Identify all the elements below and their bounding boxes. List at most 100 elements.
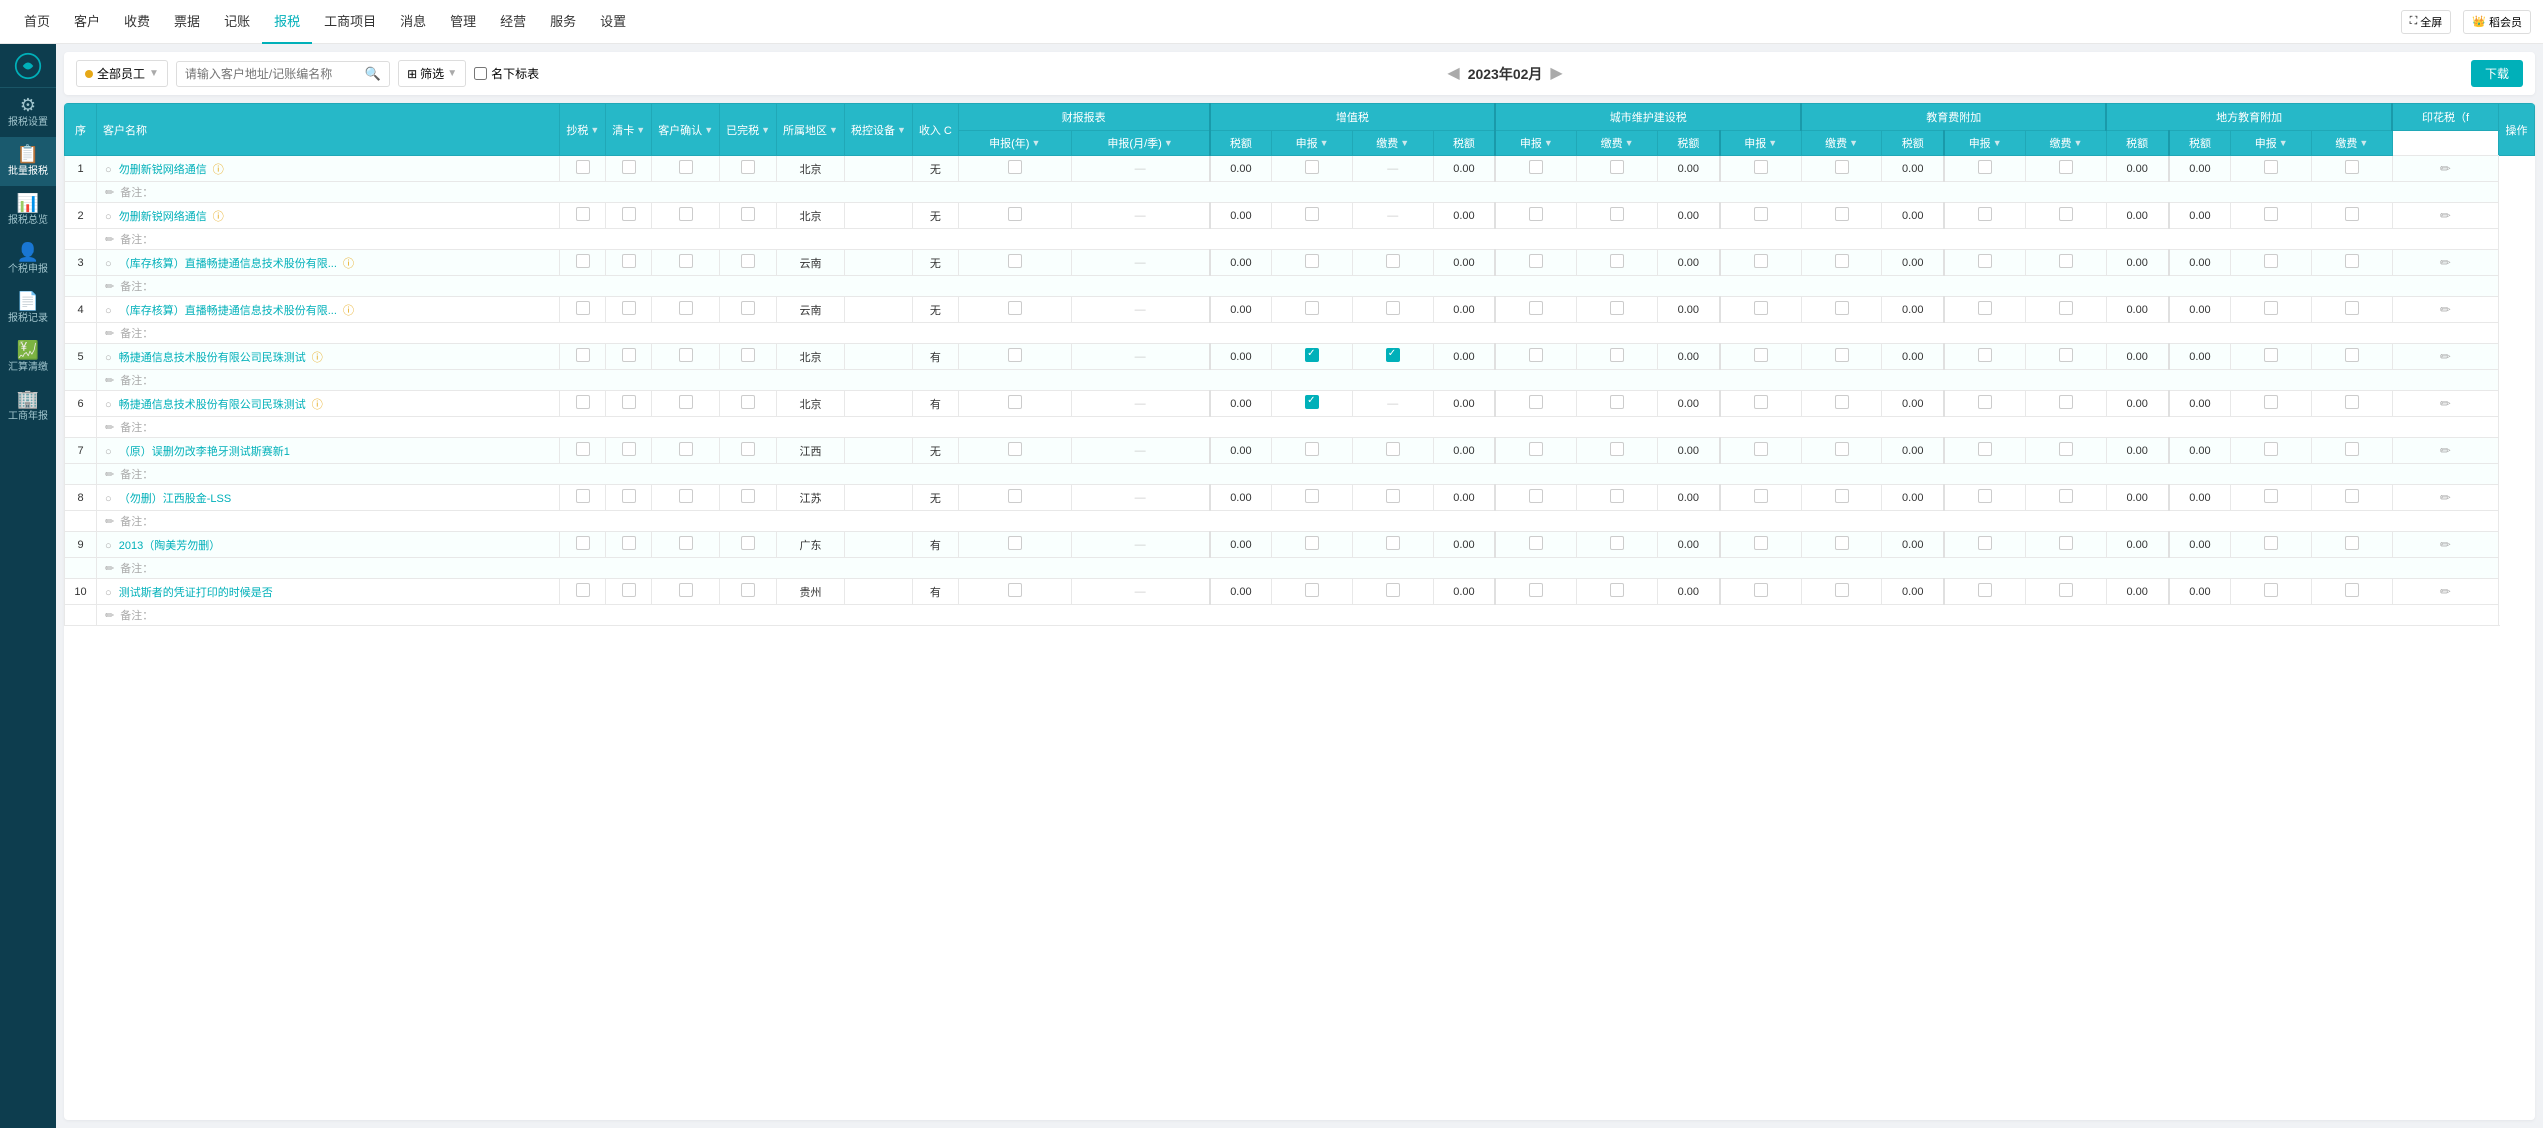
checkbox-cell[interactable]	[1529, 536, 1543, 550]
cell-city-fee[interactable]	[1577, 203, 1658, 229]
note-pencil-icon[interactable]: ✏	[105, 375, 114, 387]
edu-fee-filter[interactable]: ▼	[1849, 138, 1858, 148]
note-pencil-icon[interactable]: ✏	[105, 610, 114, 622]
checkbox-cell[interactable]	[576, 395, 590, 409]
cell-city-report[interactable]	[1495, 297, 1576, 323]
checkbox-cell[interactable]	[2264, 442, 2278, 456]
chaoshui-filter-icon[interactable]: ▼	[590, 125, 599, 135]
cell-confirm[interactable]	[652, 438, 720, 464]
checkbox-cell[interactable]	[1754, 536, 1768, 550]
nav-business[interactable]: 工商项目	[312, 0, 388, 44]
checkbox-cell[interactable]	[1978, 254, 1992, 268]
checkbox-cell[interactable]	[2059, 207, 2073, 221]
checkbox-cell[interactable]	[2345, 395, 2359, 409]
sidebar-item-tax-settings[interactable]: ⚙ 报税设置	[0, 88, 56, 137]
cell-chaoshui[interactable]	[560, 250, 606, 276]
cell-city-fee[interactable]	[1577, 438, 1658, 464]
cell-edu-fee[interactable]	[1801, 485, 1882, 511]
checkbox-cell[interactable]	[1529, 583, 1543, 597]
confirm-filter-icon[interactable]: ▼	[704, 125, 713, 135]
checkbox-cell[interactable]	[1835, 348, 1849, 362]
checkbox-cell[interactable]	[1008, 583, 1022, 597]
cell-local-fee[interactable]	[2026, 203, 2107, 229]
cell-vat-report[interactable]	[1272, 579, 1353, 605]
cell-stamp-fee[interactable]	[2311, 250, 2392, 276]
cell-city-fee[interactable]	[1577, 297, 1658, 323]
checkbox-cell[interactable]	[1835, 160, 1849, 174]
client-name-text[interactable]: 勿删新锐网络通信	[119, 211, 207, 223]
note-pencil-icon[interactable]: ✏	[105, 234, 114, 246]
checkbox-cell[interactable]	[1305, 207, 1319, 221]
nav-operation[interactable]: 经营	[488, 0, 538, 44]
checkbox-cell[interactable]	[1386, 442, 1400, 456]
cell-stamp-fee[interactable]	[2311, 485, 2392, 511]
checkbox-cell[interactable]	[576, 301, 590, 315]
checkbox-cell[interactable]	[2264, 348, 2278, 362]
sidebar-item-annual-settlement[interactable]: 💹 汇算清缴	[0, 333, 56, 382]
cell-edu-fee[interactable]	[1801, 438, 1882, 464]
cell-stamp-report[interactable]	[2231, 391, 2312, 417]
cell-action[interactable]: ✏	[2392, 438, 2498, 464]
checkbox-cell[interactable]	[1305, 583, 1319, 597]
checkbox-cell[interactable]	[2264, 489, 2278, 503]
checkbox-cell[interactable]	[1835, 489, 1849, 503]
cell-edu-fee[interactable]	[1801, 250, 1882, 276]
cell-vat-report[interactable]	[1272, 156, 1353, 182]
cell-edu-report[interactable]	[1720, 344, 1801, 370]
cell-stamp-fee[interactable]	[2311, 156, 2392, 182]
cell-vat-report[interactable]	[1272, 532, 1353, 558]
cell-city-report[interactable]	[1495, 391, 1576, 417]
client-name-text[interactable]: （勿删）江西股金-LSS	[119, 493, 231, 505]
checkbox-cell[interactable]	[1835, 254, 1849, 268]
cell-finance-year[interactable]	[958, 485, 1071, 511]
cell-stamp-report[interactable]	[2231, 485, 2312, 511]
cell-city-report[interactable]	[1495, 344, 1576, 370]
checkbox-cell[interactable]	[2059, 442, 2073, 456]
client-name-text[interactable]: 畅捷通信息技术股份有限公司民珠测试	[119, 399, 306, 411]
cell-action[interactable]: ✏	[2392, 250, 2498, 276]
checkbox-cell[interactable]	[1610, 348, 1624, 362]
download-button[interactable]: 下载	[2471, 60, 2523, 87]
local-fee-filter[interactable]: ▼	[2073, 138, 2082, 148]
checkbox-cell[interactable]	[1305, 160, 1319, 174]
checkbox-cell[interactable]	[2345, 301, 2359, 315]
checkbox-cell[interactable]	[679, 536, 693, 550]
checkbox-cell[interactable]	[622, 254, 636, 268]
nav-invoice[interactable]: 票据	[162, 0, 212, 44]
client-name-text[interactable]: （库存核算）直播畅捷通信息技术股份有限...	[119, 305, 337, 317]
note-pencil-icon[interactable]: ✏	[105, 469, 114, 481]
checkbox-cell[interactable]	[1978, 536, 1992, 550]
search-input[interactable]	[185, 67, 365, 81]
checkbox-cell-checked[interactable]	[1305, 348, 1319, 362]
cell-edu-fee[interactable]	[1801, 203, 1882, 229]
checkbox-cell[interactable]	[1610, 442, 1624, 456]
cell-city-report[interactable]	[1495, 156, 1576, 182]
cell-local-fee[interactable]	[2026, 344, 2107, 370]
checkbox-cell[interactable]	[679, 348, 693, 362]
checkbox-cell[interactable]	[1529, 301, 1543, 315]
checkbox-cell[interactable]	[741, 254, 755, 268]
cell-stamp-report[interactable]	[2231, 579, 2312, 605]
nav-message[interactable]: 消息	[388, 0, 438, 44]
cell-local-fee[interactable]	[2026, 485, 2107, 511]
checkbox-cell[interactable]	[1610, 395, 1624, 409]
cell-edu-report[interactable]	[1720, 532, 1801, 558]
checkbox-cell[interactable]	[1610, 254, 1624, 268]
employee-filter[interactable]: 全部员工 ▼	[76, 60, 168, 87]
cell-edu-fee[interactable]	[1801, 579, 1882, 605]
checkbox-cell[interactable]	[1529, 442, 1543, 456]
cell-local-fee[interactable]	[2026, 438, 2107, 464]
checkbox-cell[interactable]	[1835, 583, 1849, 597]
checkbox-cell[interactable]	[2059, 583, 2073, 597]
cell-vat-report[interactable]	[1272, 250, 1353, 276]
checkbox-cell[interactable]	[741, 160, 755, 174]
cell-vat-report[interactable]	[1272, 391, 1353, 417]
stamp-report-filter[interactable]: ▼	[2279, 138, 2288, 148]
checkbox-cell-checked[interactable]	[1305, 395, 1319, 409]
cell-paid[interactable]	[720, 156, 777, 182]
edit-icon[interactable]: ✏	[2440, 302, 2451, 317]
checkbox-cell[interactable]	[1835, 395, 1849, 409]
nav-billing[interactable]: 收费	[112, 0, 162, 44]
cell-local-report[interactable]	[1944, 203, 2025, 229]
checkbox-cell[interactable]	[622, 301, 636, 315]
